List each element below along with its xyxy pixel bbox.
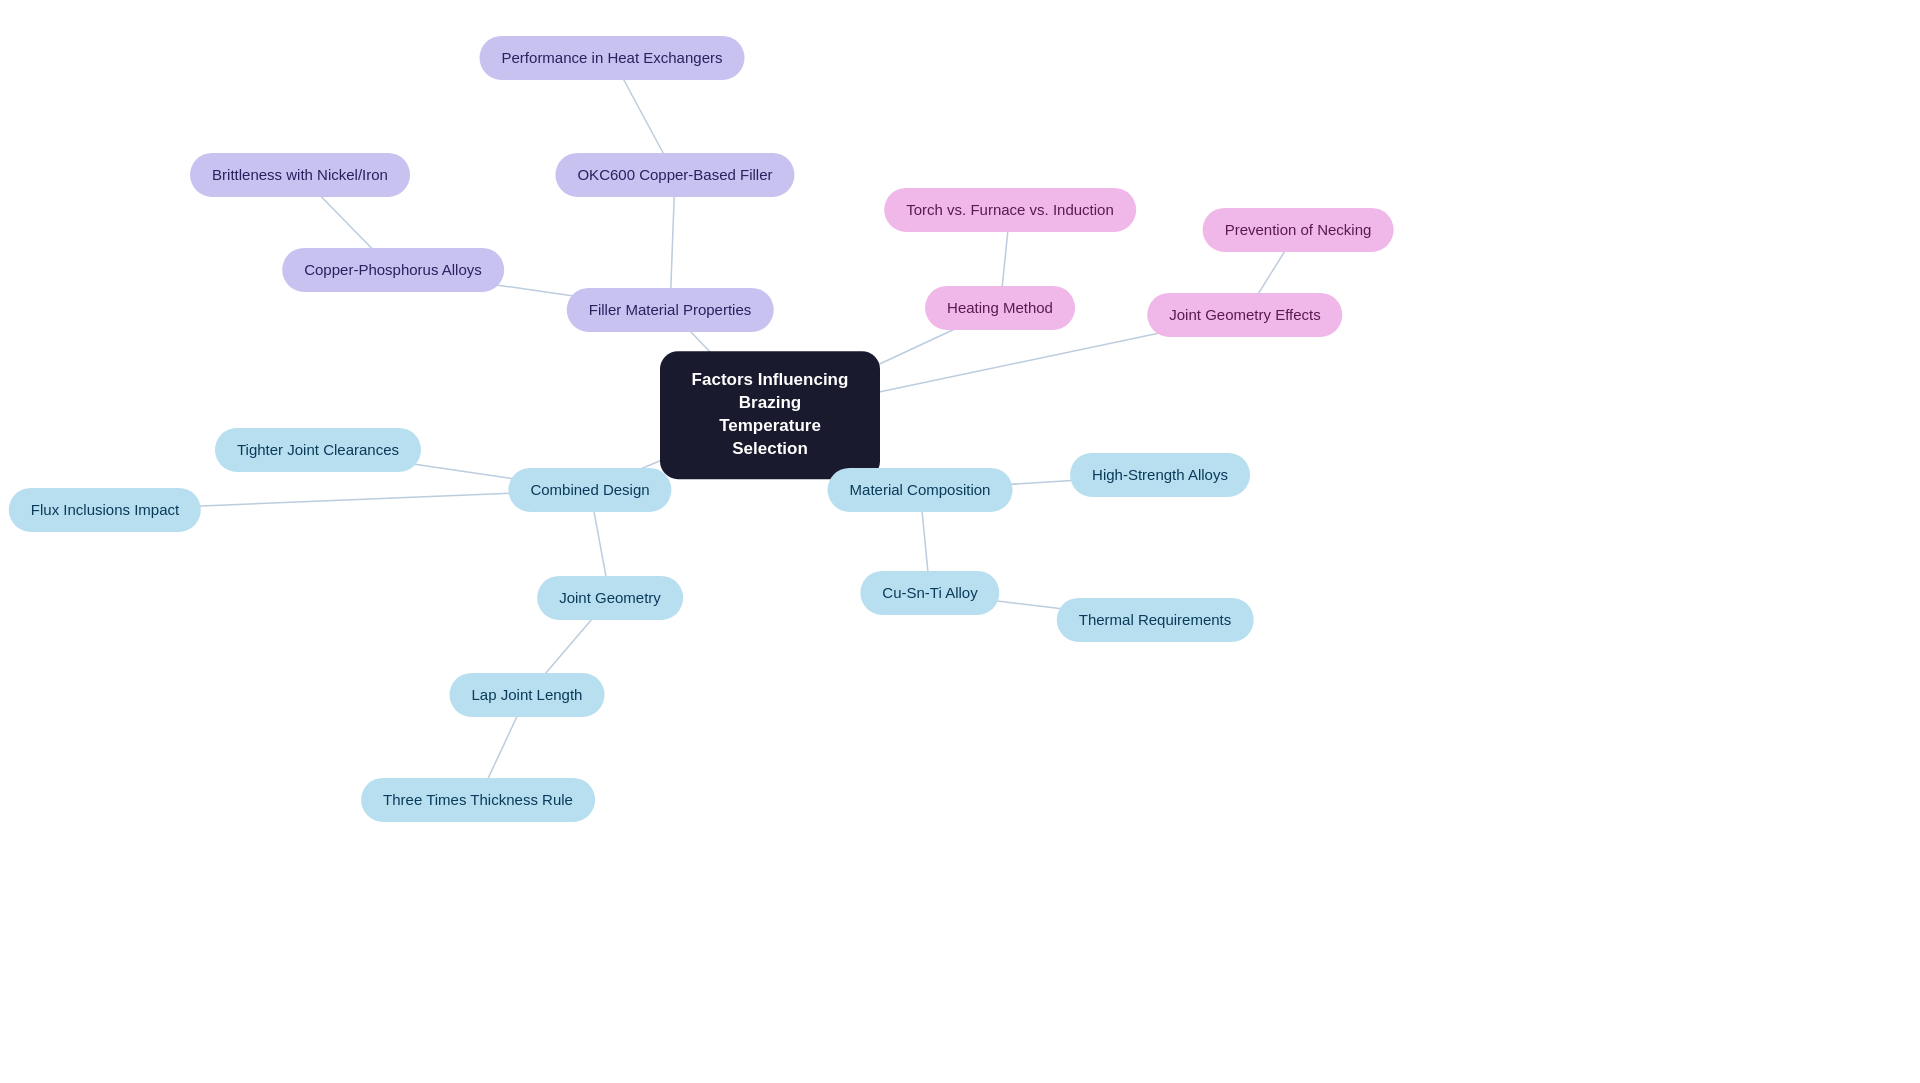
node-combined_design[interactable]: Combined Design xyxy=(508,468,671,512)
node-material_composition[interactable]: Material Composition xyxy=(828,468,1013,512)
node-cu_sn_ti[interactable]: Cu-Sn-Ti Alloy xyxy=(860,571,999,615)
node-joint_geometry[interactable]: Joint Geometry xyxy=(537,576,683,620)
node-joint_geometry_effects[interactable]: Joint Geometry Effects xyxy=(1147,293,1342,337)
node-lap_joint_length[interactable]: Lap Joint Length xyxy=(450,673,605,717)
node-prevention_necking[interactable]: Prevention of Necking xyxy=(1203,208,1394,252)
mind-map-canvas: Factors Influencing Brazing Temperature … xyxy=(0,0,1920,1083)
node-performance_heat[interactable]: Performance in Heat Exchangers xyxy=(480,36,745,80)
node-high_strength_alloys[interactable]: High-Strength Alloys xyxy=(1070,453,1250,497)
node-tighter_clearances[interactable]: Tighter Joint Clearances xyxy=(215,428,421,472)
node-filler_material[interactable]: Filler Material Properties xyxy=(567,288,774,332)
node-thermal_requirements[interactable]: Thermal Requirements xyxy=(1057,598,1254,642)
node-flux_inclusions[interactable]: Flux Inclusions Impact xyxy=(9,488,201,532)
node-brittleness[interactable]: Brittleness with Nickel/Iron xyxy=(190,153,410,197)
node-okc600[interactable]: OKC600 Copper-Based Filler xyxy=(555,153,794,197)
node-center[interactable]: Factors Influencing Brazing Temperature … xyxy=(660,351,880,479)
node-torch_furnace[interactable]: Torch vs. Furnace vs. Induction xyxy=(884,188,1136,232)
node-copper_phosphorus[interactable]: Copper-Phosphorus Alloys xyxy=(282,248,504,292)
node-heating_method[interactable]: Heating Method xyxy=(925,286,1075,330)
node-three_times[interactable]: Three Times Thickness Rule xyxy=(361,778,595,822)
